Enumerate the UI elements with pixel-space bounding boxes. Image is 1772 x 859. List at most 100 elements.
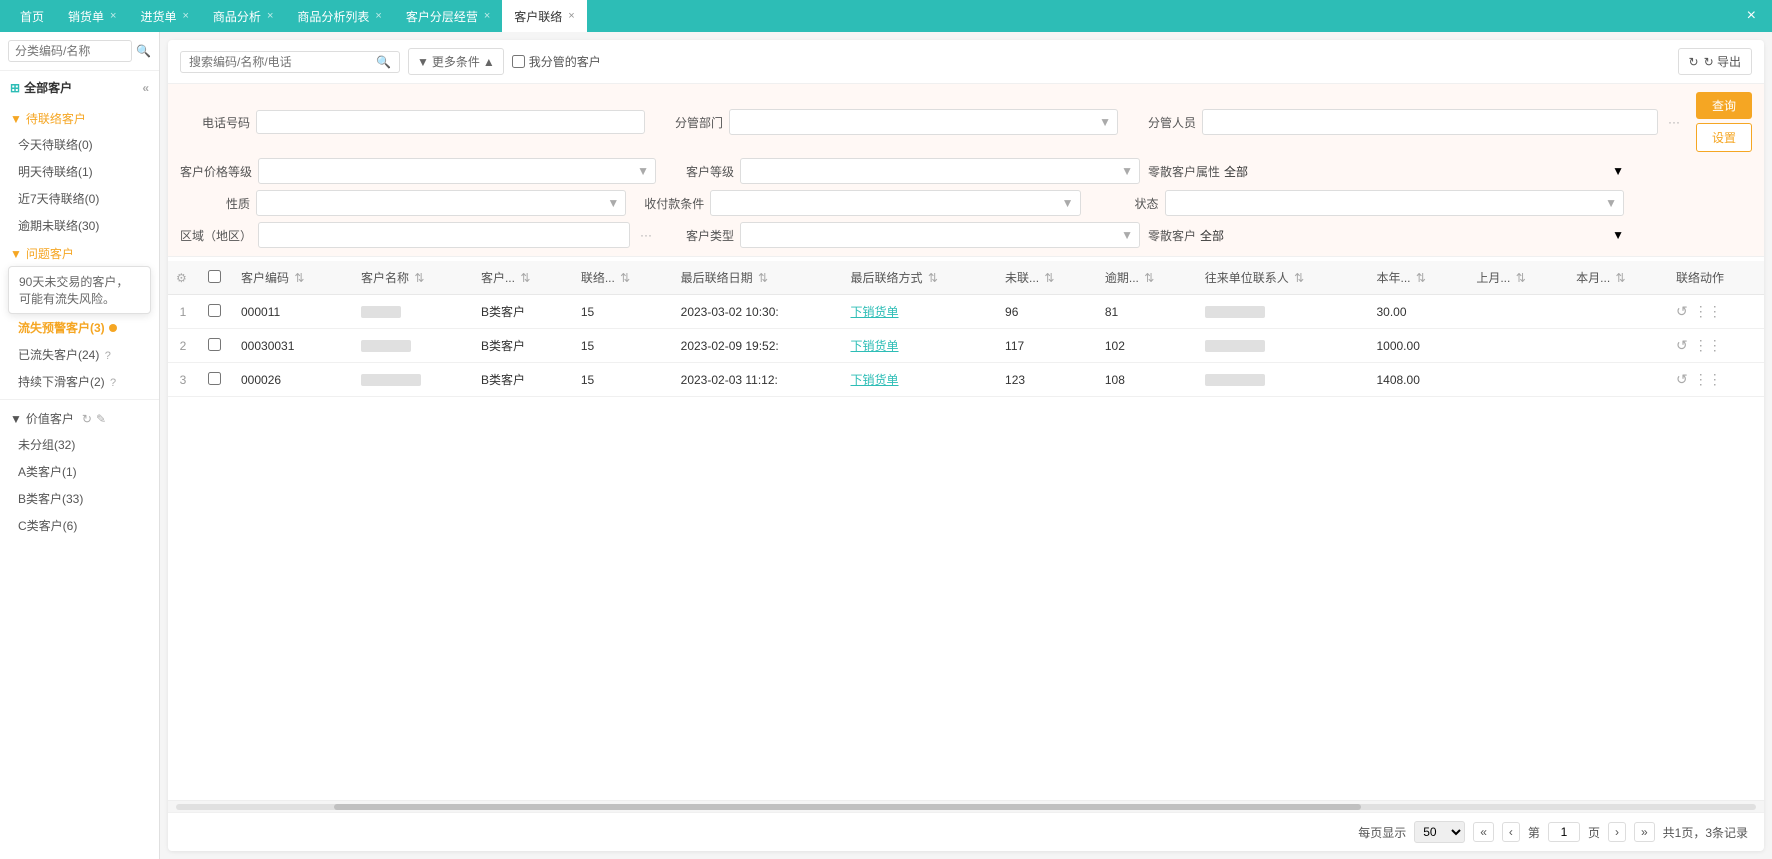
sidebar-item-lost-customers[interactable]: 已流失客户(24) ? xyxy=(0,341,159,368)
search-input[interactable] xyxy=(189,55,372,69)
prev-page-button[interactable]: ‹ xyxy=(1502,822,1520,842)
scrollbar-thumb[interactable] xyxy=(334,804,1361,810)
search-icon[interactable]: 🔍 xyxy=(376,55,391,69)
sidebar-item-a-class[interactable]: A类客户(1) xyxy=(0,458,159,485)
filter-button[interactable]: ▼ 更多条件 ▲ xyxy=(408,48,504,75)
horizontal-scrollbar[interactable] xyxy=(168,800,1764,812)
close-icon[interactable]: × xyxy=(110,10,116,22)
row-contact: 15 xyxy=(571,363,671,397)
row-checkbox[interactable] xyxy=(198,363,231,397)
sort-icon7[interactable]: ⇅ xyxy=(1044,271,1054,285)
sidebar-item-churn-warning[interactable]: 流失预警客户(3) xyxy=(0,314,159,341)
row-checkbox[interactable] xyxy=(198,295,231,329)
row-checkbox[interactable] xyxy=(198,329,231,363)
next-page-button[interactable]: › xyxy=(1608,822,1626,842)
sidebar-search-area: 🔍 xyxy=(0,32,159,71)
scrollbar-track[interactable] xyxy=(176,804,1756,810)
query-button[interactable]: 查询 xyxy=(1696,92,1752,119)
row-contact: 15 xyxy=(571,329,671,363)
nature-select[interactable]: ▼ xyxy=(256,190,626,216)
sidebar-item-ungrouped[interactable]: 未分组(32) xyxy=(0,431,159,458)
contact-icon[interactable]: ↺ xyxy=(1676,303,1688,320)
more-action-icon[interactable]: ⋮⋮ xyxy=(1694,303,1722,320)
row-last-way[interactable]: 下销货单 xyxy=(841,329,996,363)
table-gear-header[interactable]: ⚙ xyxy=(168,261,198,295)
sort-icon12[interactable]: ⇅ xyxy=(1616,271,1626,285)
refresh-icon[interactable]: ↻ xyxy=(82,412,92,426)
section-pending-contact[interactable]: ▼ 待联络客户 xyxy=(0,104,159,131)
all-customers-header[interactable]: ⊞ 全部客户 « xyxy=(0,71,159,104)
row-last-way[interactable]: 下销货单 xyxy=(841,363,996,397)
sidebar-item-declining[interactable]: 持续下滑客户(2) ? xyxy=(0,368,159,395)
setting-button[interactable]: 设置 xyxy=(1696,123,1752,152)
customer-type-select[interactable]: ▼ xyxy=(740,222,1140,248)
close-icon[interactable]: × xyxy=(375,10,381,22)
sidebar-item-tomorrow[interactable]: 明天待联络(1) xyxy=(0,158,159,185)
customer-level-select[interactable]: ▼ xyxy=(740,158,1140,184)
sidebar-search-input[interactable] xyxy=(8,40,132,62)
last-page-button[interactable]: » xyxy=(1634,822,1655,842)
tab-sales[interactable]: 销货单 × xyxy=(56,0,128,32)
sort-icon4[interactable]: ⇅ xyxy=(620,271,630,285)
tab-purchase[interactable]: 进货单 × xyxy=(128,0,200,32)
sort-icon6[interactable]: ⇅ xyxy=(928,271,938,285)
sort-icon2[interactable]: ⇅ xyxy=(414,271,424,285)
sort-icon9[interactable]: ⇅ xyxy=(1294,271,1304,285)
per-page-select[interactable]: 50 100 200 xyxy=(1414,821,1465,843)
tab-customer-tier[interactable]: 客户分层经营 × xyxy=(394,0,502,32)
row-unit-contact xyxy=(1195,295,1367,329)
section-value-customers[interactable]: ▼ 价值客户 ↻ ✎ xyxy=(0,404,159,431)
close-icon[interactable]: × xyxy=(267,10,273,22)
close-icon[interactable]: × xyxy=(484,10,490,22)
sidebar-item-overdue[interactable]: 逾期未联络(30) xyxy=(0,212,159,239)
select-all-checkbox[interactable] xyxy=(208,270,221,283)
row-last-month xyxy=(1466,295,1566,329)
tab-analysis[interactable]: 商品分析 × xyxy=(201,0,285,32)
export-button[interactable]: ↻ ↻ 导出 xyxy=(1678,48,1752,75)
sort-icon11[interactable]: ⇅ xyxy=(1516,271,1526,285)
filter-customer-type: 客户类型 ▼ xyxy=(664,222,1140,248)
section-problem-customers[interactable]: ▼ 问题客户 xyxy=(0,239,159,266)
row-num: 3 xyxy=(168,363,198,397)
more-action-icon[interactable]: ⋮⋮ xyxy=(1694,371,1722,388)
sidebar-item-today[interactable]: 今天待联络(0) xyxy=(0,131,159,158)
search-icon[interactable]: 🔍 xyxy=(136,44,151,58)
row-last-way[interactable]: 下销货单 xyxy=(841,295,996,329)
sort-icon5[interactable]: ⇅ xyxy=(758,271,768,285)
phone-input[interactable] xyxy=(256,110,645,134)
page-input[interactable] xyxy=(1548,822,1580,842)
collapse-icon[interactable]: « xyxy=(142,81,149,95)
sidebar-item-b-class[interactable]: B类客户(33) xyxy=(0,485,159,512)
sort-icon3[interactable]: ⇅ xyxy=(520,271,530,285)
filter-row-3: 性质 ▼ 收付款条件 ▼ 状态 ▼ xyxy=(180,190,1752,216)
sort-icon10[interactable]: ⇅ xyxy=(1416,271,1426,285)
dept-select[interactable]: ▼ xyxy=(729,109,1118,135)
row-last-date: 2023-02-03 11:12: xyxy=(671,363,841,397)
close-icon[interactable]: × xyxy=(568,10,574,22)
first-page-button[interactable]: « xyxy=(1473,822,1494,842)
my-customers-check[interactable] xyxy=(512,55,525,68)
gear-icon[interactable]: ⚙ xyxy=(176,271,187,285)
more-action-icon[interactable]: ⋮⋮ xyxy=(1694,337,1722,354)
tab-customer-contact[interactable]: 客户联络 × xyxy=(502,0,586,32)
col-last-date: 最后联络日期 ⇅ xyxy=(671,261,841,295)
region-select[interactable] xyxy=(258,222,630,248)
edit-icon[interactable]: ✎ xyxy=(96,412,106,426)
table-checkbox-header[interactable] xyxy=(198,261,231,295)
payment-select[interactable]: ▼ xyxy=(710,190,1080,216)
tab-analysis-list[interactable]: 商品分析列表 × xyxy=(285,0,393,32)
tab-home[interactable]: 首页 xyxy=(8,0,56,32)
close-icon[interactable]: × xyxy=(182,10,188,22)
person-select[interactable] xyxy=(1202,109,1658,135)
contact-icon[interactable]: ↺ xyxy=(1676,337,1688,354)
contact-icon[interactable]: ↺ xyxy=(1676,371,1688,388)
sort-icon8[interactable]: ⇅ xyxy=(1144,271,1154,285)
more-icon[interactable]: ··· xyxy=(1664,115,1684,129)
window-close-button[interactable]: × xyxy=(1739,7,1764,25)
sidebar-item-7days[interactable]: 近7天待联络(0) xyxy=(0,185,159,212)
region-more-icon[interactable]: ··· xyxy=(636,228,656,242)
sort-icon[interactable]: ⇅ xyxy=(294,271,304,285)
status-select[interactable]: ▼ xyxy=(1165,190,1625,216)
price-tier-select[interactable]: ▼ xyxy=(258,158,656,184)
sidebar-item-c-class[interactable]: C类客户(6) xyxy=(0,512,159,539)
